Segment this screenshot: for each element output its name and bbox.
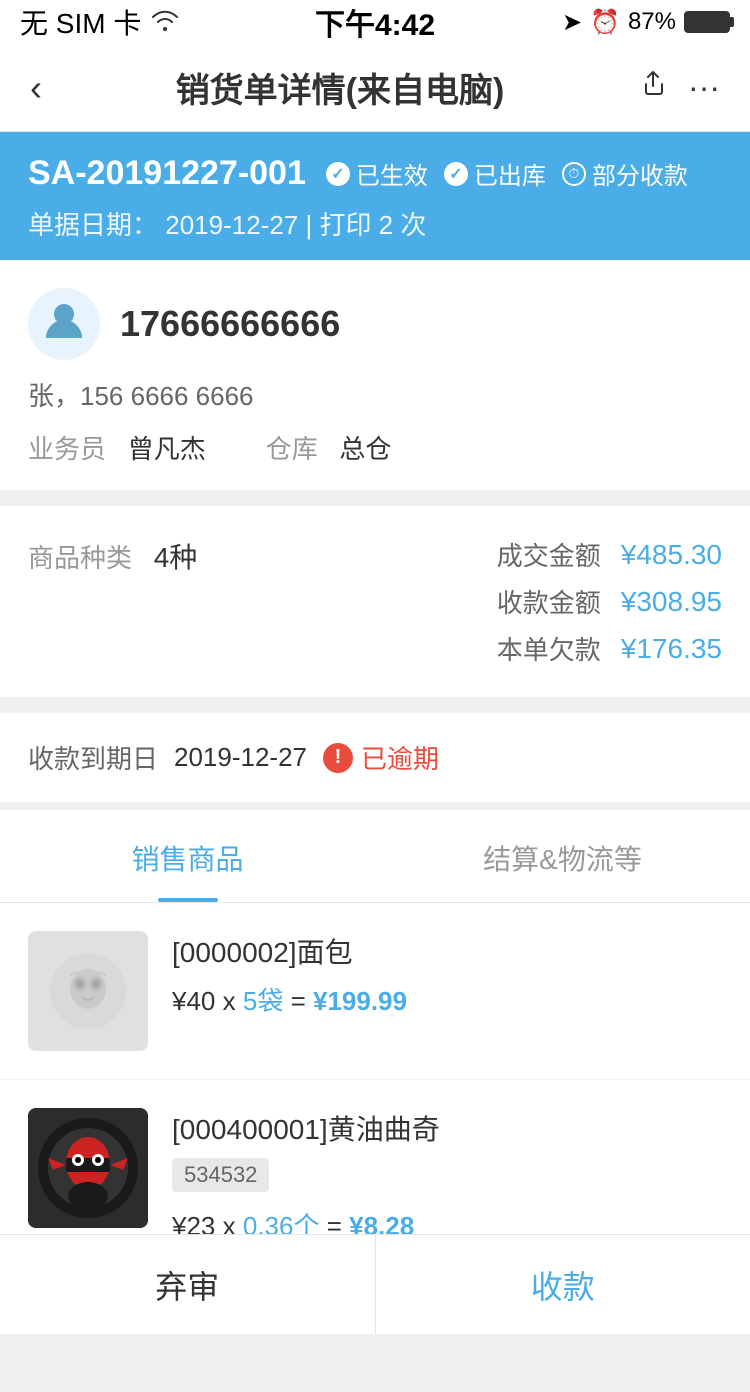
debt-value: ¥176.35	[621, 633, 722, 665]
carrier-text: 无 SIM 卡	[20, 2, 141, 42]
product-type-value: 4种	[154, 542, 198, 573]
product-sku-2: 534532	[172, 1158, 269, 1192]
customer-name-phone: 张，156 6666 6666	[28, 376, 722, 413]
confirm-button[interactable]: 收款	[376, 1235, 750, 1334]
customer-top: 17666666666	[28, 288, 722, 360]
nav-actions: ···	[638, 69, 720, 107]
overdue-badge: ! 已逾期	[323, 739, 439, 776]
nav-bar: ‹ 销货单详情(来自电脑) ···	[0, 44, 750, 132]
status-time: 下午4:42	[315, 0, 435, 44]
received-row: 收款金额 ¥308.95	[497, 583, 722, 620]
date-label: 单据日期：	[28, 210, 158, 240]
product-thumbnail-2	[28, 1108, 148, 1228]
due-date-label: 收款到期日	[28, 739, 158, 776]
product-info-1: [0000002]面包 ¥40 x 5袋 = ¥199.99	[172, 931, 722, 1018]
cancel-button[interactable]: 弃审	[0, 1235, 376, 1334]
status-bar: 无 SIM 卡 下午4:42 ➤ ⏰ 87%	[0, 0, 750, 44]
list-item: [0000002]面包 ¥40 x 5袋 = ¥199.99	[0, 903, 750, 1080]
check-icon-1: ✓	[326, 162, 350, 186]
status-left: 无 SIM 卡	[20, 2, 179, 42]
status-effective-label: 已生效	[356, 156, 428, 191]
deal-amount-value: ¥485.30	[621, 539, 722, 571]
warehouse-label: 仓库	[266, 434, 318, 464]
status-right: ➤ ⏰ 87%	[562, 8, 730, 37]
location-icon: ➤	[562, 8, 582, 37]
print-info: | 打印 2 次	[305, 210, 426, 240]
customer-section: 17666666666 张，156 6666 6666 业务员 曾凡杰 仓库 总…	[0, 260, 750, 490]
debt-row: 本单欠款 ¥176.35	[497, 630, 722, 667]
banner-top: SA-20191227-001 ✓ 已生效 ✓ 已出库 ⏱ 部分收款	[28, 154, 722, 193]
customer-meta: 业务员 曾凡杰 仓库 总仓	[28, 429, 722, 466]
clock-icon: ⏱	[562, 162, 586, 186]
stats-section: 商品种类 4种 成交金额 ¥485.30 收款金额 ¥308.95 本单欠款 ¥…	[0, 506, 750, 697]
product-type-label: 商品种类	[28, 543, 132, 573]
received-label: 收款金额	[497, 583, 601, 620]
product-name-2: [000400001]黄油曲奇	[172, 1108, 722, 1148]
product-list: [0000002]面包 ¥40 x 5袋 = ¥199.99	[0, 903, 750, 1272]
battery-text: 87%	[628, 8, 676, 36]
tab-settlement[interactable]: 结算&物流等	[375, 810, 750, 902]
wifi-icon	[151, 7, 179, 38]
equals-1: =	[291, 986, 313, 1016]
status-tag-shipped: ✓ 已出库	[444, 156, 546, 191]
product-info-2: [000400001]黄油曲奇 534532 ¥23 x 0.36个 = ¥8.…	[172, 1108, 722, 1243]
status-shipped-label: 已出库	[474, 156, 546, 191]
received-value: ¥308.95	[621, 586, 722, 618]
avatar	[28, 288, 100, 360]
status-partial-label: 部分收款	[592, 156, 688, 191]
deal-amount-row: 成交金额 ¥485.30	[497, 536, 722, 573]
unit-price-1: ¥40	[172, 986, 215, 1016]
check-icon-2: ✓	[444, 162, 468, 186]
status-tags: ✓ 已生效 ✓ 已出库 ⏱ 部分收款	[326, 156, 688, 191]
debt-label: 本单欠款	[497, 630, 601, 667]
due-date-value: 2019-12-27	[174, 742, 307, 773]
stats-right: 成交金额 ¥485.30 收款金额 ¥308.95 本单欠款 ¥176.35	[497, 536, 722, 667]
order-id: SA-20191227-001	[28, 154, 306, 193]
sales-meta: 业务员 曾凡杰	[28, 429, 206, 466]
overdue-icon: !	[323, 743, 353, 773]
sales-person: 曾凡杰	[128, 434, 206, 464]
customer-id: 17666666666	[120, 303, 340, 345]
order-date: 2019-12-27	[165, 210, 298, 240]
back-button[interactable]: ‹	[30, 67, 42, 109]
share-button[interactable]	[638, 69, 668, 107]
status-tag-partial: ⏱ 部分收款	[562, 156, 688, 191]
qty-1: 5袋	[243, 986, 283, 1016]
deal-amount-label: 成交金额	[497, 536, 601, 573]
warehouse-meta: 仓库 总仓	[266, 429, 392, 466]
more-button[interactable]: ···	[688, 69, 720, 106]
tabs-section: 销售商品 结算&物流等	[0, 810, 750, 903]
warehouse-value: 总仓	[339, 434, 391, 464]
page-title: 销货单详情(来自电脑)	[176, 63, 505, 112]
banner-date-info: 单据日期： 2019-12-27 | 打印 2 次	[28, 205, 722, 242]
status-tag-effective: ✓ 已生效	[326, 156, 428, 191]
multiply-1: x	[223, 986, 243, 1016]
due-date-section: 收款到期日 2019-12-27 ! 已逾期	[0, 713, 750, 810]
battery-icon	[684, 11, 730, 33]
person-icon	[41, 296, 87, 352]
owl-placeholder	[28, 931, 148, 1051]
overdue-text: 已逾期	[361, 739, 439, 776]
stats-left: 商品种类 4种	[28, 536, 197, 576]
sales-label: 业务员	[28, 434, 106, 464]
product-thumbnail-1	[28, 931, 148, 1051]
header-banner: SA-20191227-001 ✓ 已生效 ✓ 已出库 ⏱ 部分收款 单据日期：…	[0, 132, 750, 260]
product-name-1: [0000002]面包	[172, 931, 722, 971]
bottom-bar: 弃审 收款	[0, 1234, 750, 1334]
alarm-icon: ⏰	[590, 8, 620, 37]
total-1: ¥199.99	[313, 986, 407, 1016]
product-price-1: ¥40 x 5袋 = ¥199.99	[172, 981, 722, 1018]
product-type-row: 商品种类 4种	[28, 536, 197, 576]
tab-sales-products[interactable]: 销售商品	[0, 810, 375, 902]
